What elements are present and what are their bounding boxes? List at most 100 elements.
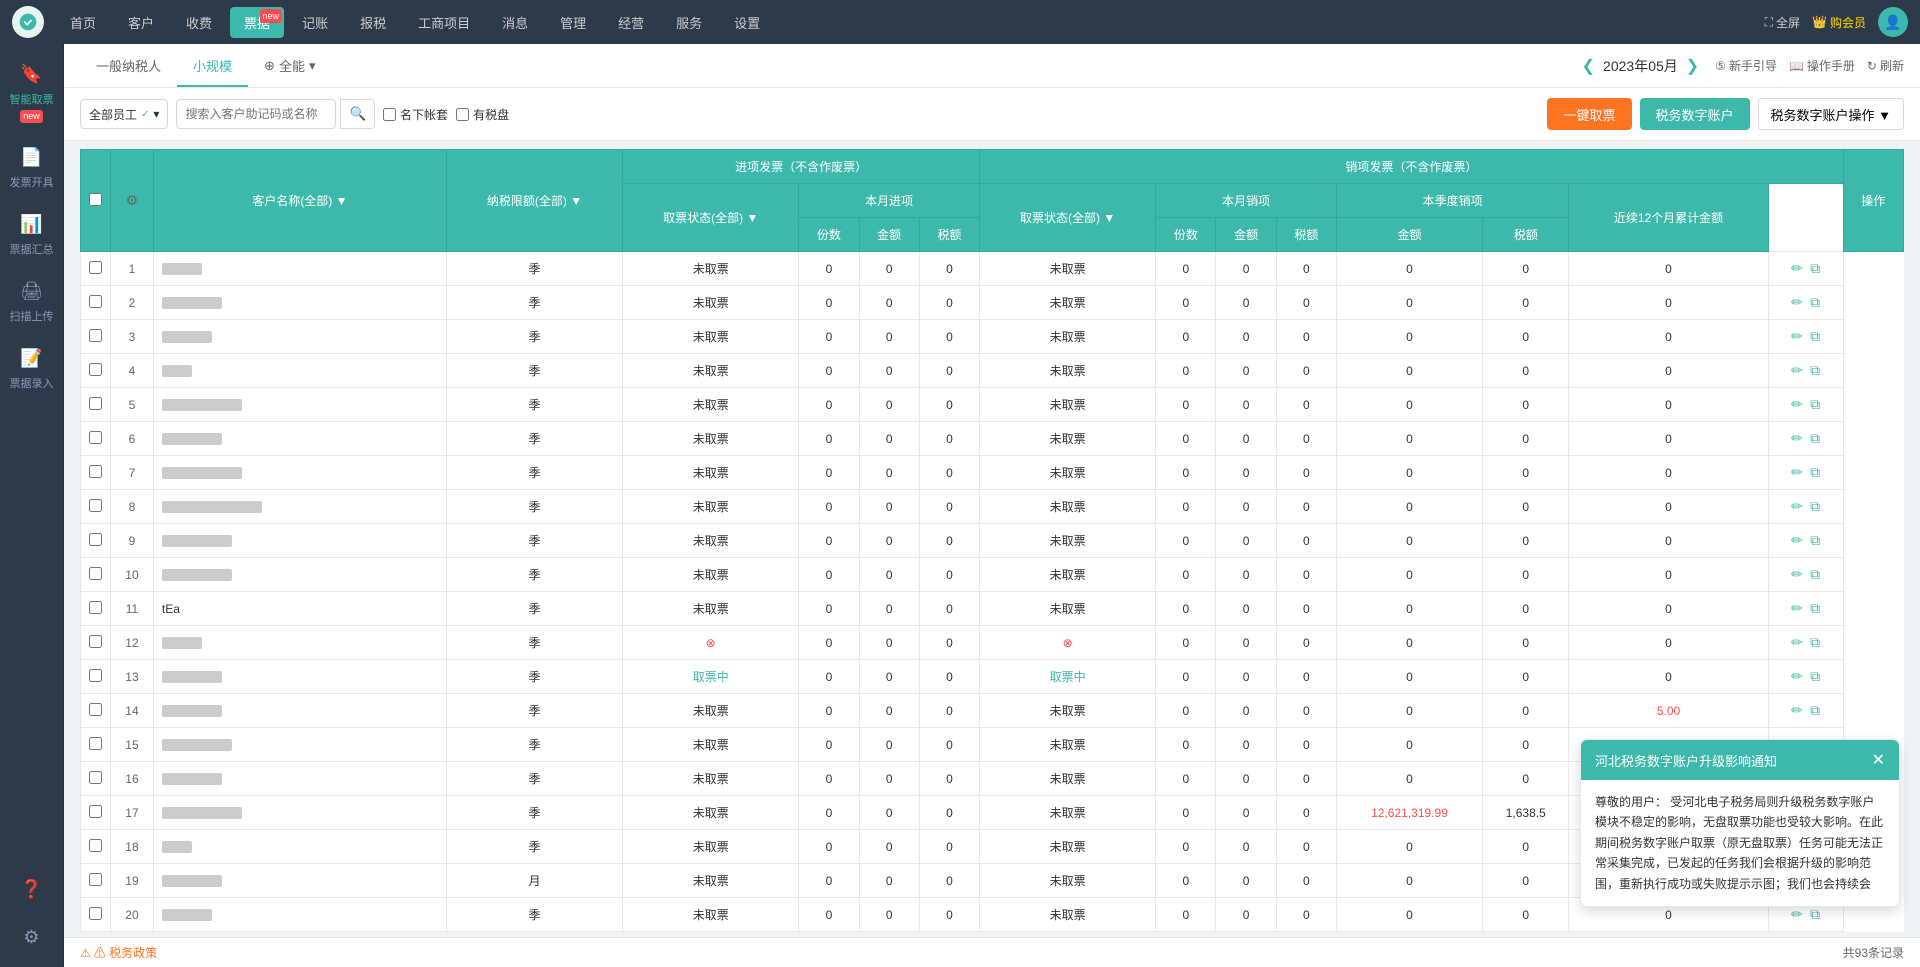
- row-checkbox[interactable]: [89, 465, 102, 478]
- tab-general-taxpayer[interactable]: 一般纳税人: [80, 46, 177, 87]
- select-all-checkbox[interactable]: [89, 193, 102, 206]
- row-checkbox[interactable]: [89, 839, 102, 852]
- copy-button[interactable]: ⧉: [1808, 666, 1822, 687]
- checkbox-has-tax-disk[interactable]: 有税盘: [456, 106, 509, 123]
- guide-button[interactable]: ⑤ 新手引导: [1715, 57, 1777, 74]
- edit-button[interactable]: ✏: [1789, 700, 1805, 721]
- row-checkbox[interactable]: [89, 261, 102, 274]
- th-tax-quota[interactable]: 纳税限额(全部) ▼: [446, 150, 622, 252]
- edit-button[interactable]: ✏: [1789, 394, 1805, 415]
- nav-billing[interactable]: 收费: [172, 7, 226, 38]
- nav-service[interactable]: 服务: [662, 7, 716, 38]
- edit-button[interactable]: ✏: [1789, 360, 1805, 381]
- row-checkbox[interactable]: [89, 873, 102, 886]
- tax-digital-ops-button[interactable]: 税务数字账户操作 ▼: [1758, 98, 1904, 130]
- nav-settings[interactable]: 设置: [720, 7, 774, 38]
- edit-button[interactable]: ✏: [1789, 258, 1805, 279]
- edit-button[interactable]: ✏: [1789, 666, 1805, 687]
- search-input[interactable]: [176, 99, 336, 129]
- row-checkbox[interactable]: [89, 635, 102, 648]
- th-in-fetch-status[interactable]: 取票状态(全部) ▼: [623, 184, 799, 252]
- edit-button[interactable]: ✏: [1789, 496, 1805, 517]
- app-logo[interactable]: [12, 6, 44, 38]
- tab-small-scale[interactable]: 小规模: [177, 46, 248, 87]
- employee-select[interactable]: 全部员工 ✓ ▾: [80, 99, 168, 129]
- copy-button[interactable]: ⧉: [1808, 462, 1822, 483]
- copy-button[interactable]: ⧉: [1808, 428, 1822, 449]
- th-out-fetch-status[interactable]: 取票状态(全部) ▼: [980, 184, 1156, 252]
- nav-business[interactable]: 工商项目: [404, 7, 484, 38]
- row-out-status: 未取票: [980, 422, 1156, 456]
- copy-button[interactable]: ⧉: [1808, 292, 1822, 313]
- row-checkbox[interactable]: [89, 601, 102, 614]
- tax-digital-button[interactable]: 税务数字账户: [1640, 98, 1750, 130]
- copy-button[interactable]: ⧉: [1808, 360, 1822, 381]
- sidebar-item-config[interactable]: ⚙: [14, 915, 50, 959]
- th-customer-name[interactable]: 客户名称(全部) ▼: [153, 150, 446, 252]
- date-prev-button[interactable]: ❮: [1582, 56, 1595, 76]
- nav-manage[interactable]: 管理: [546, 7, 600, 38]
- search-button[interactable]: 🔍: [340, 99, 375, 129]
- row-checkbox[interactable]: [89, 295, 102, 308]
- checkbox-under-account[interactable]: 名下帐套: [383, 106, 448, 123]
- fullscreen-button[interactable]: ⛶ 全屏: [1765, 14, 1800, 31]
- row-checkbox[interactable]: [89, 737, 102, 750]
- sidebar-item-invoice-entry[interactable]: 📝 票据录入: [0, 336, 63, 399]
- edit-button[interactable]: ✏: [1789, 564, 1805, 585]
- row-checkbox[interactable]: [89, 363, 102, 376]
- copy-button[interactable]: ⧉: [1808, 632, 1822, 653]
- edit-button[interactable]: ✏: [1789, 428, 1805, 449]
- nav-home[interactable]: 首页: [56, 7, 110, 38]
- copy-button[interactable]: ⧉: [1808, 394, 1822, 415]
- nav-operation[interactable]: 经营: [604, 7, 658, 38]
- date-next-button[interactable]: ❯: [1686, 56, 1699, 76]
- row-checkbox[interactable]: [89, 703, 102, 716]
- sidebar-item-smart-ticket[interactable]: 🔖 智能取票 new: [0, 52, 63, 131]
- row-checkbox[interactable]: [89, 907, 102, 920]
- nav-bookkeeping[interactable]: 记账: [288, 7, 342, 38]
- row-checkbox[interactable]: [89, 533, 102, 546]
- row-checkbox[interactable]: [89, 669, 102, 682]
- copy-button[interactable]: ⧉: [1808, 598, 1822, 619]
- notification-close-button[interactable]: ✕: [1872, 750, 1885, 770]
- edit-button[interactable]: ✏: [1789, 326, 1805, 347]
- row-checkbox[interactable]: [89, 805, 102, 818]
- nav-invoice[interactable]: 票据 new: [230, 7, 284, 38]
- copy-button[interactable]: ⧉: [1808, 564, 1822, 585]
- checkbox-under-account-input[interactable]: [383, 108, 396, 121]
- copy-button[interactable]: ⧉: [1808, 700, 1822, 721]
- tax-policy-link[interactable]: ⚠ ⚠ 税务政策: [80, 944, 157, 961]
- row-checkbox[interactable]: [89, 771, 102, 784]
- edit-button[interactable]: ✏: [1789, 530, 1805, 551]
- sidebar-item-invoice-open[interactable]: 📄 发票开具: [0, 135, 63, 198]
- copy-button[interactable]: ⧉: [1808, 258, 1822, 279]
- row-checkbox[interactable]: [89, 329, 102, 342]
- nav-message[interactable]: 消息: [488, 7, 542, 38]
- nav-customer[interactable]: 客户: [114, 7, 168, 38]
- edit-button[interactable]: ✏: [1789, 292, 1805, 313]
- one-key-ticket-button[interactable]: 一键取票: [1547, 98, 1631, 130]
- row-checkbox[interactable]: [89, 397, 102, 410]
- row-checkbox[interactable]: [89, 567, 102, 580]
- copy-button[interactable]: ⧉: [1808, 904, 1822, 925]
- checkbox-has-tax-disk-input[interactable]: [456, 108, 469, 121]
- row-checkbox[interactable]: [89, 431, 102, 444]
- manual-button[interactable]: 📖 操作手册: [1789, 57, 1855, 74]
- edit-button[interactable]: ✏: [1789, 632, 1805, 653]
- refresh-button[interactable]: ↻ 刷新: [1867, 57, 1904, 74]
- copy-button[interactable]: ⧉: [1808, 496, 1822, 517]
- sidebar-item-scan-upload[interactable]: 🖨 扫描上传: [0, 269, 63, 332]
- sidebar-item-help[interactable]: ❓: [14, 867, 50, 911]
- copy-button[interactable]: ⧉: [1808, 326, 1822, 347]
- avatar[interactable]: 👤: [1878, 7, 1908, 37]
- settings-icon[interactable]: ⚙: [126, 192, 139, 208]
- sidebar-item-invoice-summary[interactable]: 📊 票据汇总: [0, 202, 63, 265]
- nav-tax[interactable]: 报税: [346, 7, 400, 38]
- vip-button[interactable]: 👑 购会员: [1812, 14, 1866, 31]
- edit-button[interactable]: ✏: [1789, 462, 1805, 483]
- edit-button[interactable]: ✏: [1789, 598, 1805, 619]
- copy-button[interactable]: ⧉: [1808, 530, 1822, 551]
- row-checkbox[interactable]: [89, 499, 102, 512]
- tab-all-capable[interactable]: ⊕ 全能 ▾: [248, 56, 331, 75]
- edit-button[interactable]: ✏: [1789, 904, 1805, 925]
